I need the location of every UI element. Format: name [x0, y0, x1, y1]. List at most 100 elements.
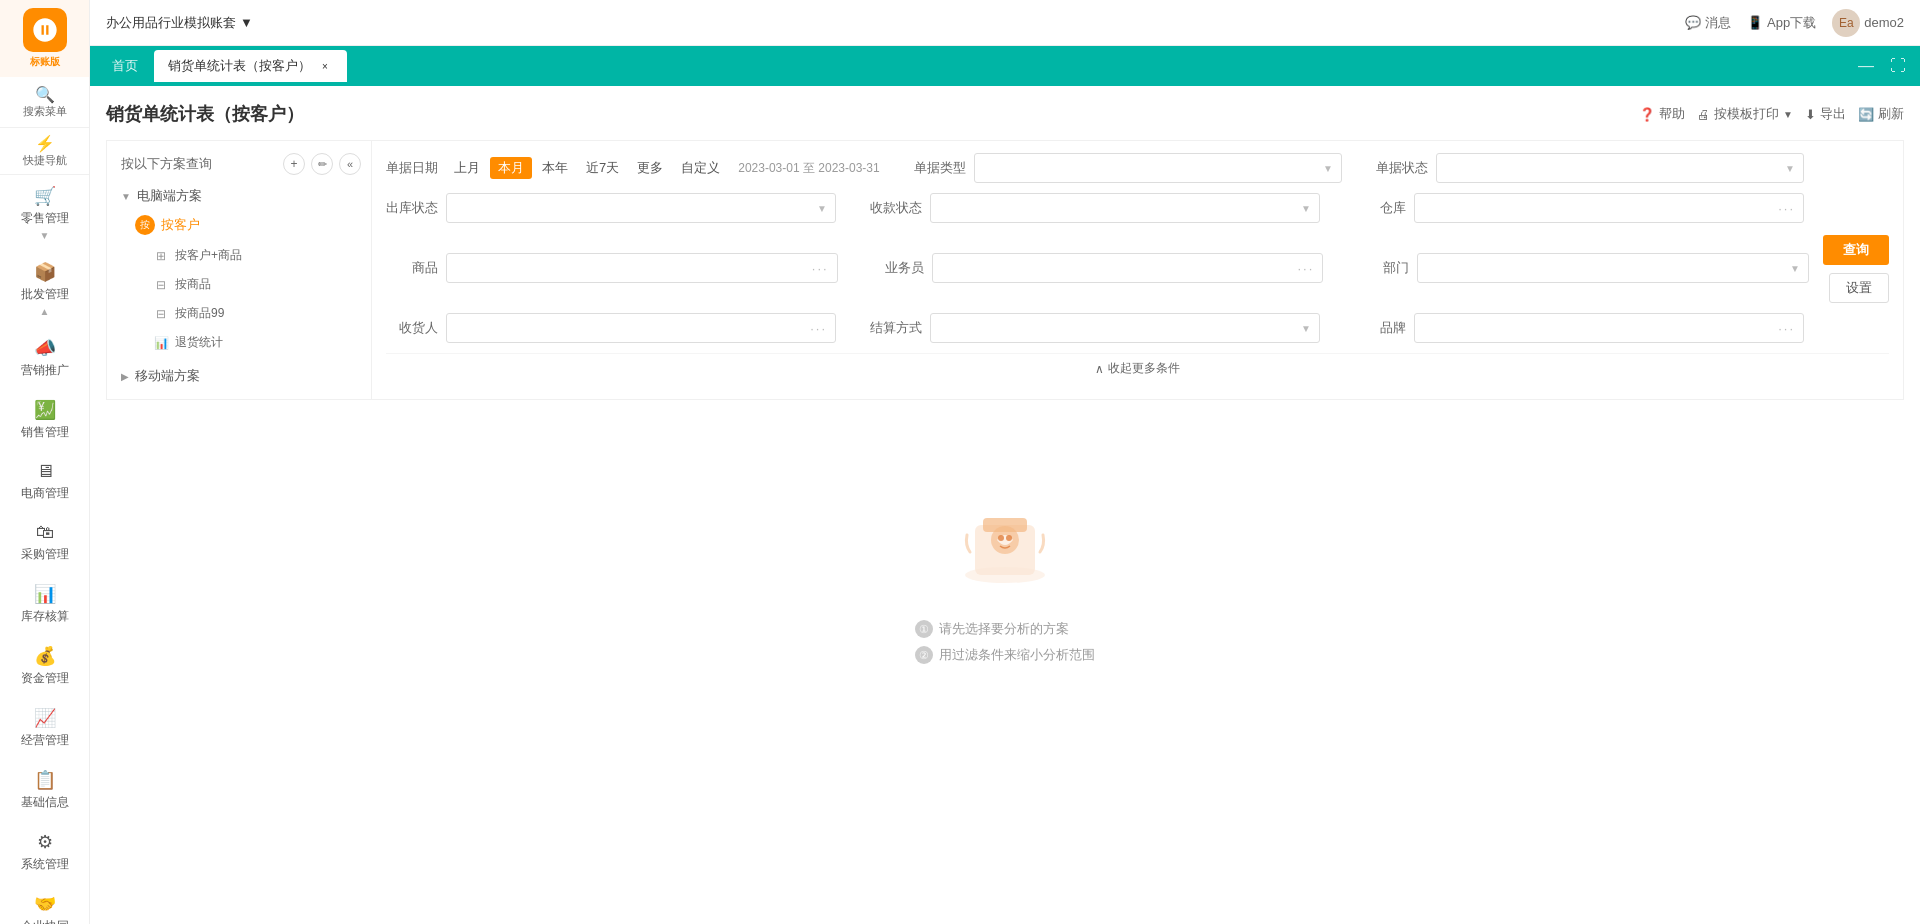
sidebar-item-label: 营销推广 [21, 362, 69, 379]
system-icon: ⚙ [37, 831, 53, 853]
query-button[interactable]: 查询 [1823, 235, 1889, 265]
logo-area: 标账版 [0, 0, 89, 77]
scheme-item-goods99[interactable]: ⊟ 按商品99 [107, 299, 371, 328]
sidebar-item-inventory[interactable]: 📊 库存核算 [0, 573, 89, 635]
print-button[interactable]: 🖨 按模板打印 ▼ [1697, 105, 1793, 123]
mobile-group-header[interactable]: ▶ 移动端方案 [107, 361, 371, 391]
mobile-group-expand-icon: ▶ [121, 371, 129, 382]
date-opt-this-year[interactable]: 本年 [534, 157, 576, 179]
chevron-down-icon: ▼ [40, 230, 50, 241]
logo-icon [23, 8, 67, 52]
finance-icon: 💰 [34, 645, 56, 667]
sidebar-item-purchase[interactable]: 🛍 采购管理 [0, 512, 89, 573]
topbar-left: 办公用品行业模拟账套 ▼ [106, 14, 253, 32]
tab-close-button[interactable]: × [317, 58, 333, 74]
topbar: 办公用品行业模拟账套 ▼ 💬 消息 📱 App下载 Ea demo2 [90, 0, 1920, 46]
tip-num-1: ① [915, 620, 933, 638]
scheme-add-button[interactable]: + [283, 153, 305, 175]
app-title-dropdown[interactable]: 办公用品行业模拟账套 ▼ [106, 14, 253, 32]
sidebar-item-system[interactable]: ⚙ 系统管理 [0, 821, 89, 883]
warehouse-select[interactable]: ··· [1414, 193, 1804, 223]
tab-minimize-button[interactable]: — [1852, 55, 1880, 77]
sidebar-item-sales[interactable]: 💹 销售管理 [0, 389, 89, 451]
scheme-edit-button[interactable]: ✏ [311, 153, 333, 175]
date-opt-7days[interactable]: 近7天 [578, 157, 627, 179]
brand-select[interactable]: ··· [1414, 313, 1804, 343]
sidebar-item-finance[interactable]: 💰 资金管理 [0, 635, 89, 697]
sidebar-item-quicknav[interactable]: ⚡ 快捷导航 [0, 128, 89, 175]
doc-status-select[interactable]: ▼ [1436, 153, 1804, 183]
sidebar-item-enterprise[interactable]: 🤝 企业协同 [0, 883, 89, 924]
payment-status-select[interactable]: ▼ [930, 193, 1320, 223]
tab-maximize-button[interactable]: ⛶ [1884, 55, 1912, 77]
export-button[interactable]: ⬇ 导出 [1805, 105, 1846, 123]
message-label: 消息 [1705, 14, 1731, 32]
sidebar-item-marketing[interactable]: 📣 营销推广 [0, 327, 89, 389]
dept-select[interactable]: ▼ [1417, 253, 1809, 283]
collapse-button[interactable]: ∧ 收起更多条件 [1095, 360, 1180, 377]
scheme-item-returns[interactable]: 📊 退货统计 [107, 328, 371, 357]
message-button[interactable]: 💬 消息 [1685, 14, 1731, 32]
sidebar-item-retail[interactable]: 🛒 零售管理 ▼ [0, 175, 89, 251]
collapse-bar: ∧ 收起更多条件 [386, 353, 1889, 383]
scheme-panel: 按以下方案查询 + ✏ « ▼ 电脑端方案 按 [107, 141, 372, 399]
sidebar-item-basicinfo[interactable]: 📋 基础信息 [0, 759, 89, 821]
desktop-scheme-group: ▼ 电脑端方案 按 按客户 ⊞ 按客户+商品 ⊟ [107, 183, 371, 357]
export-label: 导出 [1820, 105, 1846, 123]
sidebar-item-ecommerce[interactable]: 🖥 电商管理 [0, 451, 89, 512]
collapse-up-icon: ∧ [1095, 362, 1104, 376]
username: demo2 [1864, 15, 1904, 30]
tabs-actions: — ⛶ [1852, 55, 1912, 77]
out-status-select[interactable]: ▼ [446, 193, 836, 223]
scheme-item-by-customer[interactable]: 按 按客户 [107, 209, 371, 241]
filter-row-2: 出库状态 ▼ 收款状态 ▼ [386, 193, 1889, 223]
goods-select[interactable]: ··· [446, 253, 838, 283]
retail-icon: 🛒 [34, 185, 56, 207]
tip-num-2: ② [915, 646, 933, 664]
date-opt-custom[interactable]: 自定义 [673, 157, 728, 179]
table-icon: ⊟ [153, 277, 169, 293]
ecommerce-icon: 🖥 [36, 461, 54, 482]
sub-item-label: 按客户+商品 [175, 247, 242, 264]
filter-dept: 部门 ▼ [1357, 253, 1809, 283]
doc-type-select[interactable]: ▼ [974, 153, 1342, 183]
basicinfo-icon: 📋 [34, 769, 56, 791]
staff-label: 业务员 [872, 259, 924, 277]
refresh-button[interactable]: 🔄 刷新 [1858, 105, 1904, 123]
brand-label: 品牌 [1354, 319, 1406, 337]
empty-tip-1: ① 请先选择要分析的方案 [915, 620, 1095, 638]
table2-icon: ⊟ [153, 306, 169, 322]
scheme-collapse-button[interactable]: « [339, 153, 361, 175]
sidebar-item-operations[interactable]: 📈 经营管理 [0, 697, 89, 759]
filter-brand: 品牌 ··· [1354, 313, 1804, 343]
brand-dots: ··· [1778, 321, 1795, 336]
out-status-label: 出库状态 [386, 199, 438, 217]
staff-select[interactable]: ··· [932, 253, 1324, 283]
date-opt-this-month[interactable]: 本月 [490, 157, 532, 179]
help-button[interactable]: ❓ 帮助 [1639, 105, 1685, 123]
receiver-select[interactable]: ··· [446, 313, 836, 343]
sidebar-item-wholesale[interactable]: 📦 批发管理 ▲ [0, 251, 89, 327]
customer-scheme-icon: 按 [135, 215, 155, 235]
settings-button[interactable]: 设置 [1829, 273, 1889, 303]
desktop-group-header[interactable]: ▼ 电脑端方案 [107, 183, 371, 209]
sidebar-item-label: 系统管理 [21, 856, 69, 873]
sidebar-item-search[interactable]: 🔍 搜索菜单 [0, 77, 89, 128]
scheme-item-customer-goods[interactable]: ⊞ 按客户+商品 [107, 241, 371, 270]
tab-bar: 首页 销货单统计表（按客户） × — ⛶ [90, 46, 1920, 86]
mobile-scheme-group: ▶ 移动端方案 [107, 361, 371, 391]
scheme-item-goods[interactable]: ⊟ 按商品 [107, 270, 371, 299]
app-download-button[interactable]: 📱 App下载 [1747, 14, 1816, 32]
query-actions: 查询 设置 [1809, 233, 1889, 303]
settlement-select[interactable]: ▼ [930, 313, 1320, 343]
filter-row-1: 单据日期 上月 本月 本年 近7天 更多 自定义 2023-03-01 至 20… [386, 153, 1889, 183]
date-opt-last-month[interactable]: 上月 [446, 157, 488, 179]
sidebar-item-label: 基础信息 [21, 794, 69, 811]
svg-point-4 [998, 535, 1004, 541]
tab-sales-stat[interactable]: 销货单统计表（按客户） × [154, 50, 347, 82]
tab-home[interactable]: 首页 [98, 50, 152, 82]
date-opt-more[interactable]: 更多 [629, 157, 671, 179]
mobile-group-label: 移动端方案 [135, 367, 200, 385]
dropdown-arrow-icon: ▼ [240, 15, 253, 30]
user-profile-button[interactable]: Ea demo2 [1832, 9, 1904, 37]
